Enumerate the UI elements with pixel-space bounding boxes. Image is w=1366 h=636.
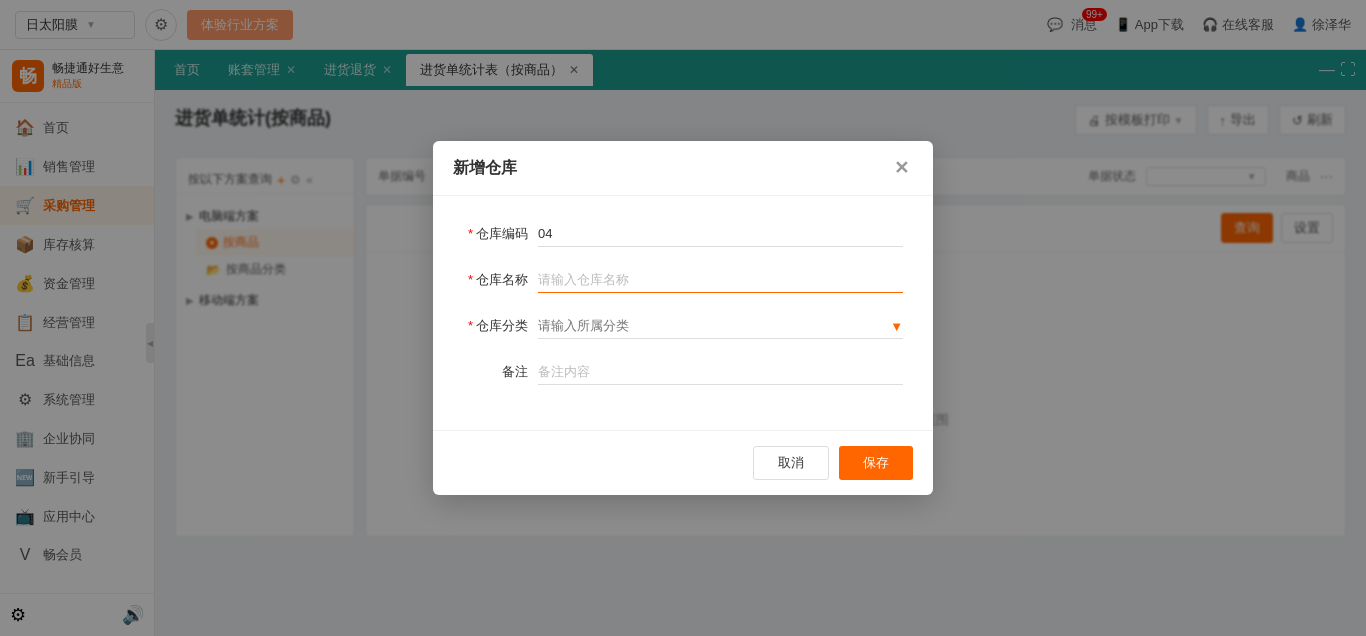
modal-close-button[interactable]: ✕: [889, 156, 913, 180]
form-row-code: 仓库编码: [463, 221, 903, 247]
name-input[interactable]: [538, 267, 903, 293]
cancel-button[interactable]: 取消: [753, 446, 829, 480]
form-row-category: 仓库分类 ▼: [463, 313, 903, 339]
category-select-wrap: ▼: [538, 313, 903, 339]
remark-input[interactable]: [538, 359, 903, 385]
form-row-name: 仓库名称: [463, 267, 903, 293]
name-label: 仓库名称: [463, 271, 538, 289]
modal-body: 仓库编码 仓库名称 仓库分类 ▼ 备注: [433, 196, 933, 430]
form-row-remark: 备注: [463, 359, 903, 385]
category-input[interactable]: [538, 313, 903, 339]
modal-title: 新增仓库: [453, 158, 517, 179]
category-label: 仓库分类: [463, 317, 538, 335]
modal-header: 新增仓库 ✕: [433, 141, 933, 196]
new-warehouse-modal: 新增仓库 ✕ 仓库编码 仓库名称 仓库分类 ▼: [433, 141, 933, 495]
remark-label: 备注: [463, 363, 538, 381]
code-input[interactable]: [538, 221, 903, 247]
modal-overlay[interactable]: 新增仓库 ✕ 仓库编码 仓库名称 仓库分类 ▼: [0, 0, 1366, 636]
modal-footer: 取消 保存: [433, 430, 933, 495]
code-label: 仓库编码: [463, 225, 538, 243]
save-button[interactable]: 保存: [839, 446, 913, 480]
